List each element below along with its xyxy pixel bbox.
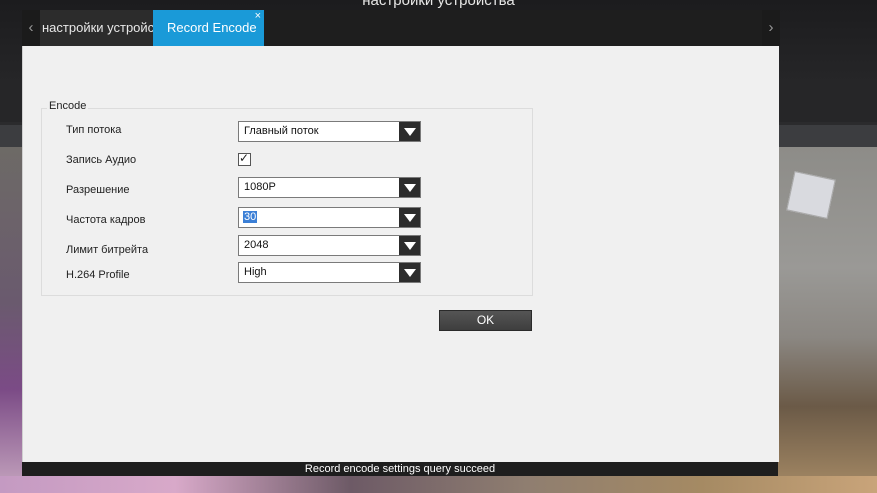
bitrate-limit-value: 2048 bbox=[244, 239, 269, 251]
frame-rate-select[interactable]: 30 bbox=[238, 207, 421, 228]
h264-profile-select[interactable]: High bbox=[238, 262, 421, 283]
tab-scroll-left-button[interactable]: ‹ bbox=[22, 10, 40, 46]
audio-record-label: Запись Аудио bbox=[66, 154, 137, 166]
stream-type-label: Тип потока bbox=[66, 124, 122, 136]
window-title: настройки устройства bbox=[362, 0, 515, 9]
tab-record-encode-label: Record Encode bbox=[167, 20, 257, 35]
stream-type-value: Главный поток bbox=[244, 125, 319, 137]
camera-feed-bottom bbox=[0, 476, 877, 493]
bitrate-limit-label: Лимит битрейта bbox=[66, 244, 149, 256]
chevron-down-icon[interactable] bbox=[399, 236, 420, 255]
frame-rate-value: 30 bbox=[243, 211, 258, 223]
resolution-label: Разрешение bbox=[66, 184, 130, 196]
audio-record-checkbox[interactable]: ✓ bbox=[238, 151, 251, 166]
camera-feed-light-fixture bbox=[786, 171, 836, 219]
checkmark-icon: ✓ bbox=[239, 151, 250, 165]
bitrate-limit-select[interactable]: 2048 bbox=[238, 235, 421, 256]
chevron-down-icon[interactable] bbox=[399, 178, 420, 197]
resolution-select[interactable]: 1080P bbox=[238, 177, 421, 198]
screen: настройки устройства ‹ настройки устройс… bbox=[0, 0, 877, 493]
tab-record-encode[interactable]: Record Encode × bbox=[153, 10, 264, 46]
tab-device-settings[interactable]: настройки устройства bbox=[40, 10, 153, 46]
chevron-down-icon[interactable] bbox=[399, 263, 420, 282]
settings-panel: Encode Тип потока Главный поток Запись А… bbox=[22, 46, 779, 462]
encode-group-legend: Encode bbox=[47, 100, 89, 112]
h264-profile-value: High bbox=[244, 266, 267, 278]
stream-type-select[interactable]: Главный поток bbox=[238, 121, 421, 142]
chevron-down-icon[interactable] bbox=[399, 122, 420, 141]
tab-scroll-right-button[interactable]: › bbox=[762, 10, 780, 46]
ok-button[interactable]: OK bbox=[439, 310, 532, 331]
chevron-down-icon[interactable] bbox=[399, 208, 420, 227]
status-bar: Record encode settings query succeed bbox=[22, 462, 778, 476]
close-icon[interactable]: × bbox=[255, 10, 261, 34]
camera-feed-left bbox=[0, 147, 22, 493]
resolution-value: 1080P bbox=[244, 181, 276, 193]
frame-rate-label: Частота кадров bbox=[66, 214, 146, 226]
h264-profile-label: H.264 Profile bbox=[66, 269, 130, 281]
